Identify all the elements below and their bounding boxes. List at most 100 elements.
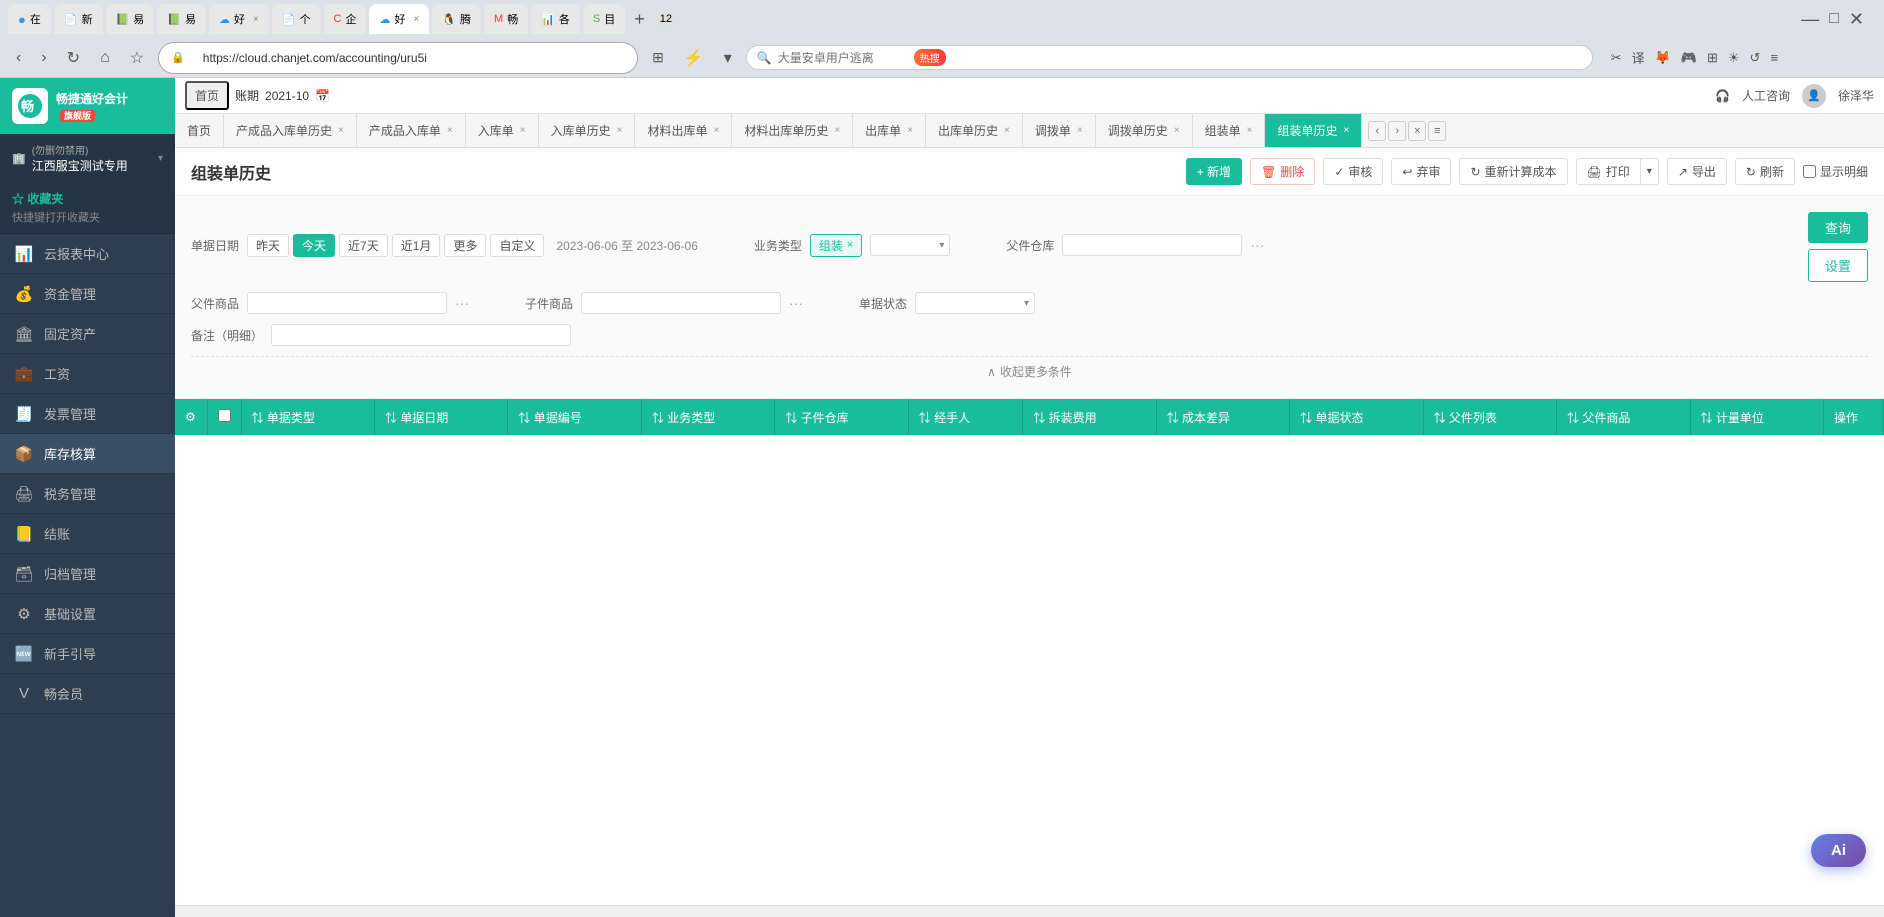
company-dropdown-icon[interactable]: ▾: [158, 153, 163, 164]
brightness-icon[interactable]: ☀: [1728, 50, 1740, 66]
new-tab-button[interactable]: +: [628, 9, 651, 30]
col-cost-diff[interactable]: ⇅ 成本差异: [1156, 399, 1289, 435]
browser-tab-7[interactable]: C 企: [324, 4, 367, 34]
close-stock-in[interactable]: ×: [520, 125, 526, 136]
search-input[interactable]: [778, 51, 908, 65]
custom-btn[interactable]: 自定义: [490, 234, 544, 257]
sidebar-item-reports[interactable]: 📊 云报表中心: [0, 234, 175, 274]
col-unit[interactable]: ⇅ 计量单位: [1690, 399, 1824, 435]
nav-tab-transfer-history[interactable]: 调拨单历史 ×: [1096, 114, 1193, 148]
nav-tab-transfer[interactable]: 调拨单 ×: [1023, 114, 1096, 148]
child-goods-input[interactable]: [581, 292, 781, 314]
col-parent-goods[interactable]: ⇅ 父件商品: [1557, 399, 1690, 435]
parent-goods-dots[interactable]: ···: [455, 295, 469, 311]
tabs-close-all[interactable]: ×: [1408, 121, 1426, 141]
close-stock-out-history[interactable]: ×: [1004, 125, 1010, 136]
show-detail-checkbox[interactable]: 显示明细: [1803, 163, 1868, 180]
browser-tab-12[interactable]: S 目: [583, 4, 625, 34]
browser-tab-11[interactable]: 📊 各: [531, 4, 580, 34]
browser-tab-8[interactable]: ☁ 好 ×: [369, 4, 429, 34]
show-detail-input[interactable]: [1803, 165, 1816, 178]
col-date[interactable]: ⇅ 单据日期: [374, 399, 507, 435]
forward-button[interactable]: ›: [35, 45, 52, 71]
table-settings-th[interactable]: ⚙: [175, 399, 207, 435]
scissors-icon[interactable]: ✂: [1611, 50, 1622, 66]
print-button[interactable]: 🖨 打印: [1576, 158, 1640, 185]
col-number[interactable]: ⇅ 单据编号: [508, 399, 641, 435]
close-material-out-history[interactable]: ×: [834, 125, 840, 136]
favorites-subtitle[interactable]: 快捷键打开收藏夹: [12, 209, 163, 225]
close-material-out[interactable]: ×: [713, 125, 719, 136]
col-type[interactable]: ⇅ 单据类型: [241, 399, 374, 435]
close-stock-in-history[interactable]: ×: [617, 125, 623, 136]
yesterday-btn[interactable]: 昨天: [247, 234, 289, 257]
col-handler[interactable]: ⇅ 经手人: [908, 399, 1022, 435]
add-button[interactable]: + 新增: [1186, 158, 1242, 185]
col-biz-type[interactable]: ⇅ 业务类型: [641, 399, 774, 435]
reload-button[interactable]: ↻: [61, 44, 86, 72]
back-button[interactable]: ‹: [10, 45, 27, 71]
nav-tab-finished[interactable]: 产成品入库单 ×: [357, 114, 466, 148]
export-button[interactable]: ↗ 导出: [1667, 158, 1727, 185]
ai-bubble-label[interactable]: Ai: [1811, 834, 1866, 867]
set-button[interactable]: 设置: [1808, 249, 1868, 282]
ai-floating-button[interactable]: Ai: [1811, 834, 1866, 867]
browser-tab-6[interactable]: 📄 个: [272, 4, 321, 34]
sidebar-item-assets[interactable]: 🏛 固定资产: [0, 314, 175, 354]
refresh-button[interactable]: ↻ 刷新: [1735, 158, 1795, 185]
browser-tab-10[interactable]: M 畅: [484, 4, 528, 34]
sidebar-item-inventory[interactable]: 📦 库存核算: [0, 434, 175, 474]
close-finished[interactable]: ×: [447, 125, 453, 136]
close-assemble-history[interactable]: ×: [1343, 125, 1349, 136]
maximize-button[interactable]: □: [1829, 10, 1839, 28]
bottom-scrollbar[interactable]: [175, 905, 1884, 917]
browser-tab-4[interactable]: 📗 易: [157, 4, 206, 34]
nav-tab-assemble[interactable]: 组装单 ×: [1193, 114, 1266, 148]
browser-tab-9[interactable]: 🐧 腾: [432, 4, 481, 34]
delete-button[interactable]: 🗑 删除: [1250, 158, 1315, 185]
sidebar-item-salary[interactable]: 💼 工资: [0, 354, 175, 394]
sidebar-item-settlement[interactable]: 📒 结账: [0, 514, 175, 554]
sidebar-item-tax[interactable]: 🖨 税务管理: [0, 474, 175, 514]
nav-tab-assemble-history[interactable]: 组装单历史 ×: [1265, 114, 1362, 148]
parent-goods-input[interactable]: [247, 292, 447, 314]
col-disassembly-fee[interactable]: ⇅ 拆装费用: [1023, 399, 1156, 435]
home-button[interactable]: ⌂: [94, 45, 116, 71]
close-tab-5[interactable]: ×: [253, 14, 259, 25]
business-type-select[interactable]: [870, 234, 950, 256]
address-input[interactable]: [189, 47, 625, 69]
nav-tab-stock-out-history[interactable]: 出库单历史 ×: [926, 114, 1023, 148]
lightning-button[interactable]: ⚡: [678, 44, 710, 72]
game-icon[interactable]: 🎮: [1681, 50, 1697, 66]
last7-btn[interactable]: 近7天: [339, 234, 388, 257]
close-transfer[interactable]: ×: [1077, 125, 1083, 136]
col-child-warehouse[interactable]: ⇅ 子件仓库: [775, 399, 908, 435]
close-window-button[interactable]: ✕: [1849, 9, 1864, 30]
close-finished-history[interactable]: ×: [338, 125, 344, 136]
sidebar-item-member[interactable]: V 畅会员: [0, 674, 175, 714]
approve-button[interactable]: ✓ 审核: [1323, 158, 1383, 185]
today-btn[interactable]: 今天: [293, 234, 335, 257]
col-parent-list[interactable]: ⇅ 父件列表: [1423, 399, 1556, 435]
nav-tab-home[interactable]: 首页: [175, 114, 224, 148]
period-edit-icon[interactable]: 📅: [315, 89, 330, 103]
close-transfer-history[interactable]: ×: [1174, 125, 1180, 136]
select-all-checkbox[interactable]: [218, 409, 231, 422]
last-month-btn[interactable]: 近1月: [392, 234, 441, 257]
table-checkbox-th[interactable]: [207, 399, 241, 435]
grid-icon[interactable]: ⊞: [1707, 50, 1718, 66]
sidebar-item-invoice[interactable]: 🧾 发票管理: [0, 394, 175, 434]
sidebar-item-funds[interactable]: 💰 资金管理: [0, 274, 175, 314]
sidebar-item-settings[interactable]: ⚙ 基础设置: [0, 594, 175, 634]
recalc-button[interactable]: ↻ 重新计算成本: [1459, 158, 1567, 185]
close-assemble[interactable]: ×: [1247, 125, 1253, 136]
emoji-icon[interactable]: 🦊: [1655, 50, 1671, 66]
unapprove-button[interactable]: ↩ 弃审: [1391, 158, 1451, 185]
qr-button[interactable]: ⊞: [646, 45, 670, 70]
child-goods-dots[interactable]: ···: [789, 295, 803, 311]
more-btn[interactable]: 更多: [444, 234, 486, 257]
note-input[interactable]: [271, 324, 571, 346]
menu-icon[interactable]: ≡: [1770, 50, 1778, 65]
dropdown-button[interactable]: ▾: [718, 44, 738, 72]
browser-tab-5[interactable]: ☁ 好 ×: [209, 4, 269, 34]
